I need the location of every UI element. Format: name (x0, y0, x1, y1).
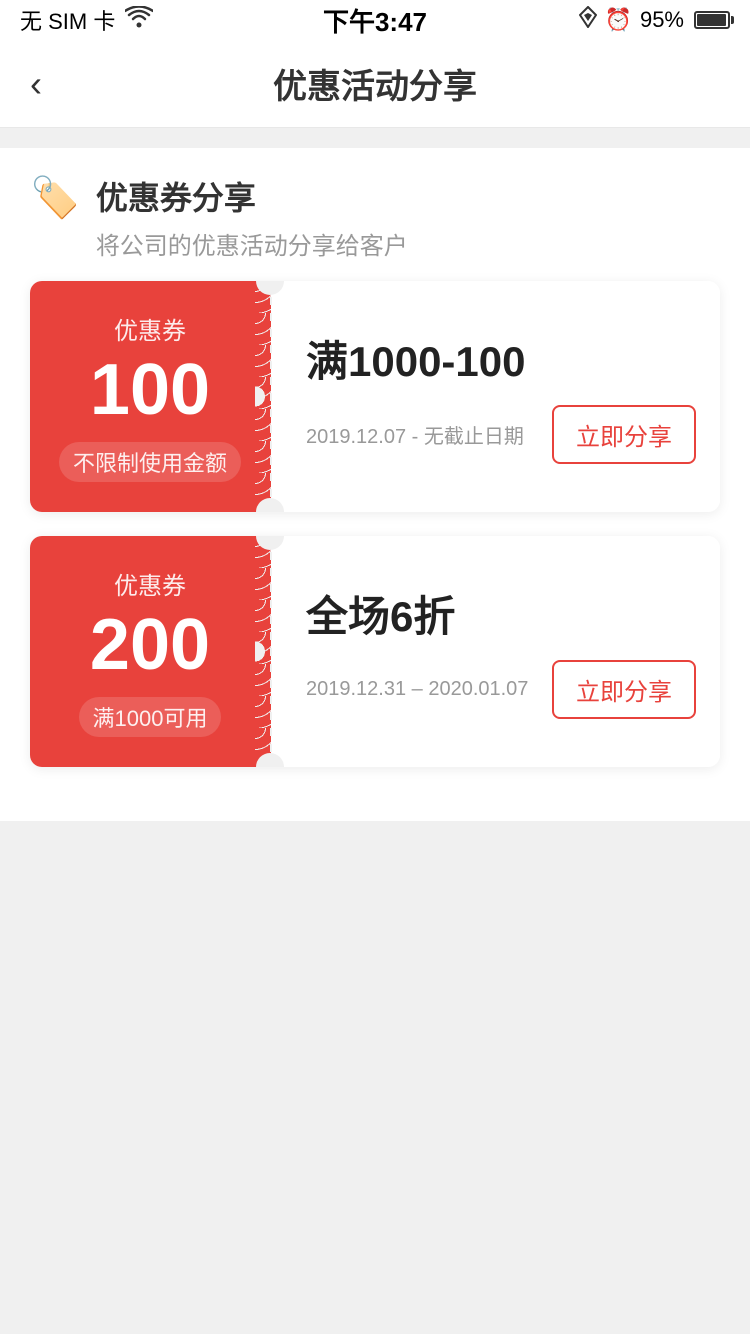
coupon-card: 优惠券 200 满1000可用 全场6折 2019.12.31 – 2020.0… (30, 536, 720, 767)
coupon-separator (270, 536, 272, 767)
coupon-date: 2019.12.31 – 2020.01.07 (306, 678, 542, 701)
coupon-separator (270, 281, 272, 512)
coupon-tag: 优惠券 (114, 311, 186, 346)
coupon-name: 全场6折 (306, 583, 696, 644)
section-header: 🏷️ 优惠券分享 将公司的优惠活动分享给客户 (0, 148, 750, 281)
coupon-value: 100 (90, 354, 210, 426)
carrier-text: 无 SIM 卡 (20, 4, 115, 36)
coupon-tag: 优惠券 (114, 566, 186, 601)
coupon-icon: 🏷️ (30, 178, 80, 218)
coupon-left-1: 优惠券 200 满1000可用 (30, 536, 270, 767)
section-subtitle: 将公司的优惠活动分享给客户 (96, 226, 408, 261)
coupon-bottom-row: 2019.12.07 - 无截止日期 立即分享 (306, 405, 696, 464)
battery-icon (694, 11, 730, 29)
coupon-bottom-row: 2019.12.31 – 2020.01.07 立即分享 (306, 660, 696, 719)
coupon-right-0: 满1000-100 2019.12.07 - 无截止日期 立即分享 (270, 281, 720, 512)
coupon-value: 200 (90, 609, 210, 681)
section-title: 优惠券分享 (96, 178, 408, 220)
coupon-right-1: 全场6折 2019.12.31 – 2020.01.07 立即分享 (270, 536, 720, 767)
empty-area (0, 821, 750, 1321)
share-button[interactable]: 立即分享 (552, 405, 696, 464)
section-gap (0, 128, 750, 148)
status-left: 无 SIM 卡 (20, 4, 153, 36)
coupon-condition: 满1000可用 (79, 697, 222, 737)
page-title: 优惠活动分享 (273, 59, 477, 108)
section-text: 优惠券分享 将公司的优惠活动分享给客户 (96, 178, 408, 261)
back-button[interactable]: ‹ (30, 63, 42, 105)
coupon-card: 优惠券 100 不限制使用金额 满1000-100 2019.12.07 - 无… (30, 281, 720, 512)
location-icon (579, 6, 597, 34)
status-time: 下午3:47 (323, 2, 427, 39)
alarm-icon: ⏰ (605, 7, 632, 33)
status-bar: 无 SIM 卡 下午3:47 ⏰ 95% (0, 0, 750, 40)
coupon-condition: 不限制使用金额 (59, 442, 241, 482)
share-button[interactable]: 立即分享 (552, 660, 696, 719)
coupon-name: 满1000-100 (306, 328, 696, 389)
wifi-icon (125, 6, 153, 34)
coupon-list: 优惠券 100 不限制使用金额 满1000-100 2019.12.07 - 无… (0, 281, 750, 821)
nav-bar: ‹ 优惠活动分享 (0, 40, 750, 128)
coupon-date: 2019.12.07 - 无截止日期 (306, 420, 542, 449)
battery-percent: 95% (640, 7, 684, 33)
status-right: ⏰ 95% (579, 6, 730, 34)
coupon-left-0: 优惠券 100 不限制使用金额 (30, 281, 270, 512)
